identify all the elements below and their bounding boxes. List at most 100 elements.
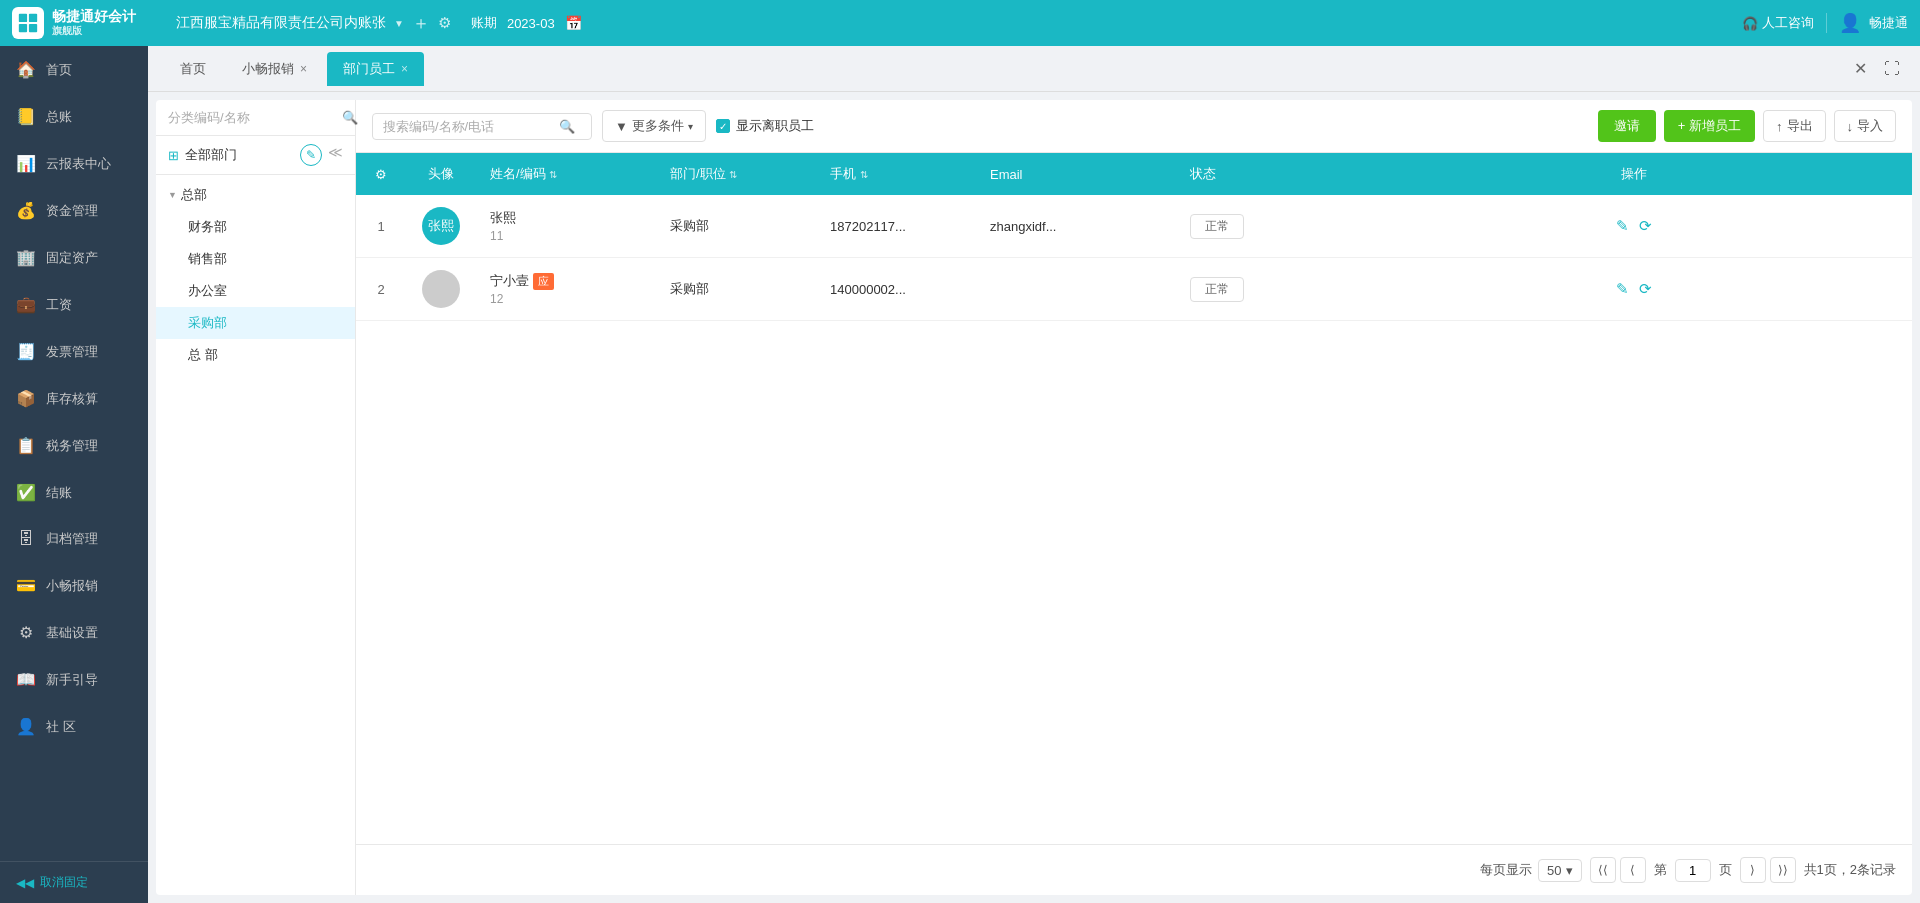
dept-node-finance[interactable]: 财务部 (156, 211, 355, 243)
sidebar-label-tax: 税务管理 (46, 437, 98, 455)
page-first-btn[interactable]: ⟨⟨ (1590, 857, 1616, 883)
headset-icon: 🎧 (1742, 16, 1758, 31)
export-label: 导出 (1787, 117, 1813, 135)
sidebar-item-assets[interactable]: 🏢 固定资产 (0, 234, 148, 281)
cancel-pin-btn[interactable]: ◀◀ 取消固定 (0, 861, 148, 903)
dept-node-sales[interactable]: 销售部 (156, 243, 355, 275)
sidebar-item-expense[interactable]: 💳 小畅报销 (0, 562, 148, 609)
show-resigned-area[interactable]: ✓ 显示离职员工 (716, 117, 814, 135)
show-resigned-checkbox[interactable]: ✓ (716, 119, 730, 133)
sidebar-item-archive[interactable]: 🗄 归档管理 (0, 516, 148, 562)
tab-expense[interactable]: 小畅报销 × (226, 52, 323, 86)
edit-employee-btn[interactable]: ✎ (1616, 280, 1629, 298)
sidebar-item-invoice[interactable]: 🧾 发票管理 (0, 328, 148, 375)
sidebar-item-settings[interactable]: ⚙ 基础设置 (0, 609, 148, 656)
tab-dept-close[interactable]: × (401, 62, 408, 76)
content-area: 首页 小畅报销 × 部门员工 × ✕ ⛶ 🔍 (148, 46, 1920, 903)
close-tab-icon[interactable]: ✕ (1848, 57, 1872, 81)
col-settings-header[interactable]: ⚙ (356, 153, 406, 195)
all-dept-label[interactable]: ⊞ 全部部门 (168, 146, 237, 164)
status-cell: 正常 (1176, 195, 1356, 258)
sidebar-item-salary[interactable]: 💼 工资 (0, 281, 148, 328)
col-phone-header[interactable]: 手机 ⇅ (816, 153, 976, 195)
dept-node-office[interactable]: 办公室 (156, 275, 355, 307)
name-code-cell: 张熙 11 (476, 195, 656, 258)
expand-icon[interactable]: ⛶ (1880, 57, 1904, 81)
sidebar-label-ledger: 总账 (46, 108, 72, 126)
company-selector[interactable]: 江西服宝精品有限责任公司内账张 ▼ ＋ ⚙ (176, 11, 451, 35)
collapse-icon[interactable]: ≪ (328, 144, 343, 166)
page-prev-btn[interactable]: ⟨ (1620, 857, 1646, 883)
sidebar-item-funds[interactable]: 💰 资金管理 (0, 187, 148, 234)
col-name-header[interactable]: 姓名/编码 ⇅ (476, 153, 656, 195)
sidebar-item-tax[interactable]: 📋 税务管理 (0, 422, 148, 469)
tab-dept-label: 部门员工 (343, 60, 395, 78)
page-size-selector[interactable]: 50 ▾ (1538, 859, 1581, 882)
import-btn[interactable]: ↓ 导入 (1834, 110, 1897, 142)
sidebar-label-inventory: 库存核算 (46, 390, 98, 408)
sidebar-item-settle[interactable]: ✅ 结账 (0, 469, 148, 516)
more-employee-btn[interactable]: ⟳ (1639, 280, 1652, 298)
col-email-header: Email (976, 153, 1176, 195)
dept-node-purchase[interactable]: 采购部 (156, 307, 355, 339)
tab-home[interactable]: 首页 (164, 52, 222, 86)
top-header: 畅捷通好会计 旗舰版 江西服宝精品有限责任公司内账张 ▼ ＋ ⚙ 账期 2023… (0, 0, 1920, 46)
dept-col-label: 部门/职位 (670, 166, 726, 181)
user-area[interactable]: 👤 畅捷通 (1839, 12, 1908, 34)
filter-dropdown-icon: ▾ (688, 121, 693, 132)
col-actions-header: 操作 (1356, 153, 1912, 195)
emp-search-input[interactable] (383, 119, 553, 134)
page-size-dropdown-icon: ▾ (1566, 863, 1573, 878)
employee-avatar: 张熙 (422, 207, 460, 245)
tab-dept-emp[interactable]: 部门员工 × (327, 52, 424, 86)
dept-sort-icon: ⇅ (729, 169, 737, 180)
page-next-btn[interactable]: ⟩ (1740, 857, 1766, 883)
phone-col-label: 手机 (830, 166, 856, 181)
name-col-label: 姓名/编码 (490, 166, 546, 181)
sidebar-item-inventory[interactable]: 📦 库存核算 (0, 375, 148, 422)
dept-search-input[interactable] (168, 110, 336, 125)
dept-node-root[interactable]: ▼ 总部 (156, 179, 355, 211)
dept-cell: 采购部 (656, 258, 816, 321)
name-code-cell: 宁小壹应 12 (476, 258, 656, 321)
add-dept-icon[interactable]: ✎ (300, 144, 322, 166)
add-employee-btn[interactable]: + 新增员工 (1664, 110, 1755, 142)
sidebar-label-settle: 结账 (46, 484, 72, 502)
sidebar-item-reports[interactable]: 📊 云报表中心 (0, 140, 148, 187)
add-company-btn[interactable]: ＋ (412, 11, 430, 35)
more-employee-btn[interactable]: ⟳ (1639, 217, 1652, 235)
service-btn[interactable]: 🎧 人工咨询 (1742, 14, 1814, 32)
calendar-icon[interactable]: 📅 (565, 15, 582, 31)
tab-expense-close[interactable]: × (300, 62, 307, 76)
sidebar-item-ledger[interactable]: 📒 总账 (0, 93, 148, 140)
emp-search-icon[interactable]: 🔍 (559, 119, 575, 134)
user-avatar-icon: 👤 (1839, 12, 1861, 34)
sidebar-item-community[interactable]: 👤 社 区 (0, 703, 148, 750)
assets-icon: 🏢 (16, 248, 36, 267)
filter-btn[interactable]: ▼ 更多条件 ▾ (602, 110, 706, 142)
company-settings-icon[interactable]: ⚙ (438, 14, 451, 32)
status-cell: 正常 (1176, 258, 1356, 321)
page-number-input[interactable] (1675, 859, 1711, 882)
invite-btn[interactable]: 邀请 (1598, 110, 1656, 142)
page-last-btn[interactable]: ⟩⟩ (1770, 857, 1796, 883)
page-content: 🔍 ⊞ 全部部门 ✎ ≪ ▼ 总部 (156, 100, 1912, 895)
export-btn[interactable]: ↑ 导出 (1763, 110, 1826, 142)
sidebar-item-home[interactable]: 🏠 首页 (0, 46, 148, 93)
cancel-pin-label: 取消固定 (40, 874, 88, 891)
guide-icon: 📖 (16, 670, 36, 689)
sidebar-item-guide[interactable]: 📖 新手引导 (0, 656, 148, 703)
col-dept-header[interactable]: 部门/职位 ⇅ (656, 153, 816, 195)
expense-icon: 💳 (16, 576, 36, 595)
tab-home-label: 首页 (180, 60, 206, 78)
sidebar-label-settings: 基础设置 (46, 624, 98, 642)
sidebar: 🏠 首页 📒 总账 📊 云报表中心 💰 资金管理 🏢 固定资产 💼 工资 🧾 发… (0, 46, 148, 903)
header-actions: 🎧 人工咨询 👤 畅捷通 (1742, 12, 1908, 34)
tab-bar: 首页 小畅报销 × 部门员工 × ✕ ⛶ (148, 46, 1920, 92)
logo-area: 畅捷通好会计 旗舰版 (12, 7, 160, 39)
dept-node-hq[interactable]: 总 部 (156, 339, 355, 371)
edit-employee-btn[interactable]: ✎ (1616, 217, 1629, 235)
period-value: 2023-03 (507, 16, 555, 31)
employee-avatar (422, 270, 460, 308)
table-row: 2 宁小壹应 12 采购部 140000002... 正常 ✎ ⟳ (356, 258, 1912, 321)
